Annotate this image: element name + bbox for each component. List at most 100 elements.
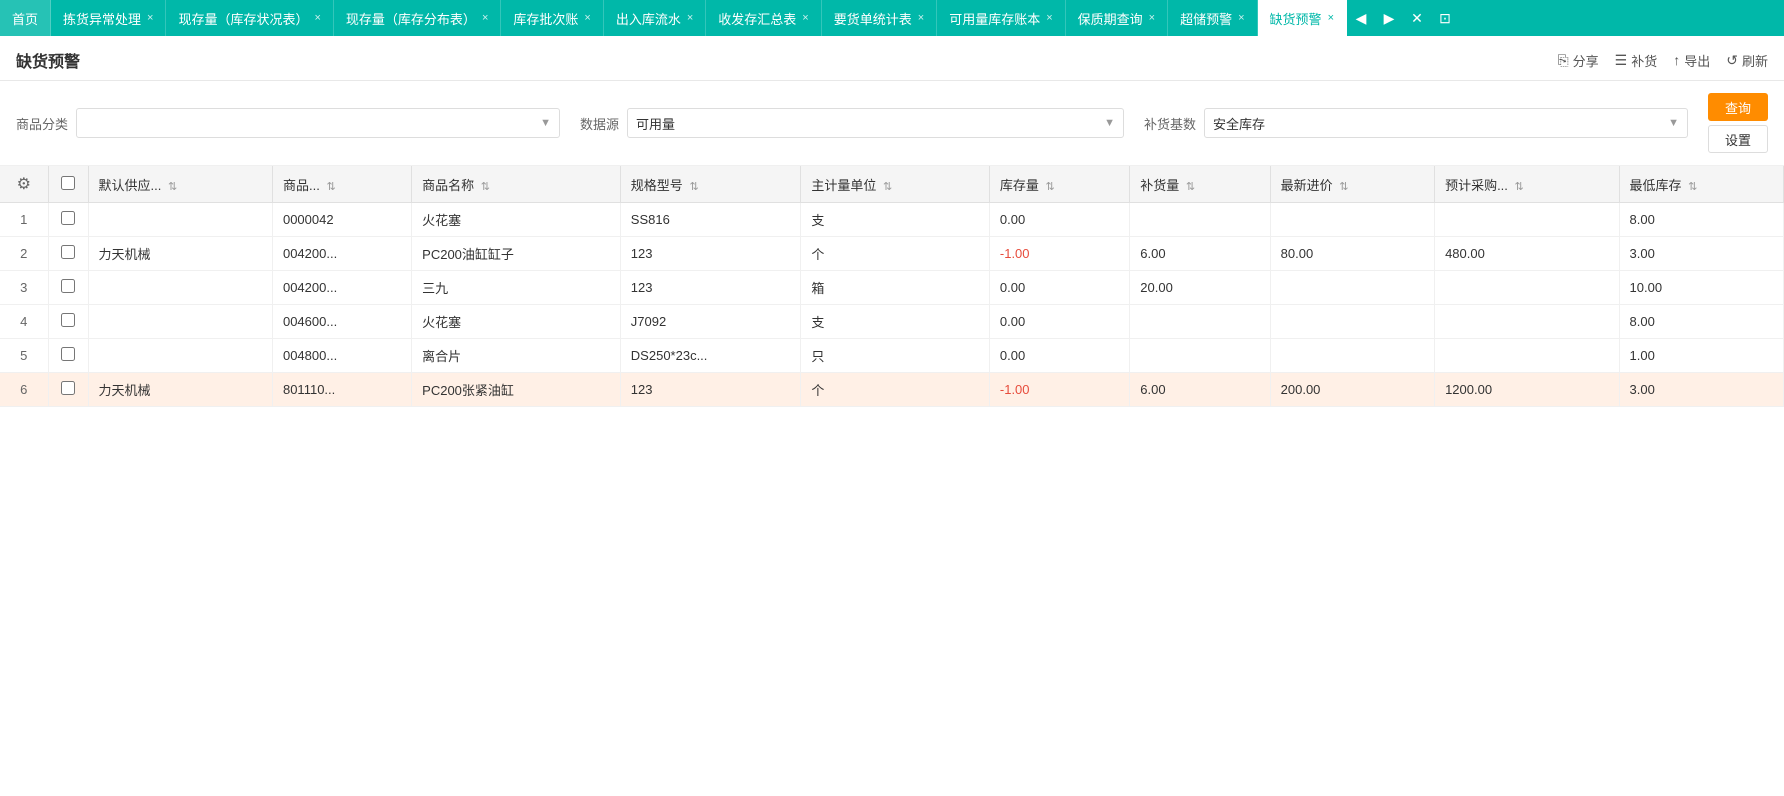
latest-price-column-header[interactable]: 最新进价 ⇅	[1270, 166, 1434, 203]
default-supplier-cell: 力天机械	[88, 373, 272, 407]
unit-cell: 个	[801, 237, 989, 271]
export-label: 导出	[1684, 51, 1710, 70]
datasource-label: 数据源	[580, 114, 619, 133]
settings-button[interactable]: 设置	[1708, 125, 1768, 153]
tab-close-icon[interactable]: ×	[687, 12, 693, 24]
tab-order-stats[interactable]: 要货单统计表 ×	[822, 0, 937, 36]
data-table: ⚙ 默认供应... ⇅ 商品... ⇅ 商品名称 ⇅	[0, 166, 1784, 407]
select-all-checkbox[interactable]	[61, 176, 75, 190]
unit-column-header[interactable]: 主计量单位 ⇅	[801, 166, 989, 203]
tab-expand-btn[interactable]: ⊡	[1431, 0, 1459, 36]
refresh-button[interactable]: ↺ 刷新	[1726, 51, 1768, 70]
tab-prev-btn[interactable]: ◀	[1347, 0, 1375, 36]
tab-close-all-btn[interactable]: ✕	[1403, 0, 1431, 36]
tab-close-icon[interactable]: ×	[918, 12, 924, 24]
tab-close-icon[interactable]: ×	[1328, 12, 1334, 24]
refresh-label: 刷新	[1742, 51, 1768, 70]
estimated-purchase-column-header[interactable]: 预计采购... ⇅	[1435, 166, 1619, 203]
tab-available-ledger[interactable]: 可用量库存账本 ×	[937, 0, 1065, 36]
tab-defect-process[interactable]: 拣货异常处理 ×	[51, 0, 166, 36]
tab-close-icon[interactable]: ×	[147, 12, 153, 24]
tab-label: 首页	[12, 9, 38, 28]
share-button[interactable]: ⎘ 分享	[1557, 51, 1598, 70]
tab-batch-account[interactable]: 库存批次账 ×	[501, 0, 603, 36]
sort-icon: ⇅	[326, 181, 335, 193]
tab-stock-status[interactable]: 现存量（库存状况表） ×	[166, 0, 333, 36]
tab-close-icon[interactable]: ×	[1046, 12, 1052, 24]
row-checkbox-cell[interactable]	[48, 203, 88, 237]
product-code-column-header[interactable]: 商品... ⇅	[272, 166, 411, 203]
product-code-cell: 0000042	[272, 203, 411, 237]
tab-close-icon[interactable]: ×	[1149, 12, 1155, 24]
stock-qty-column-header[interactable]: 库存量 ⇅	[989, 166, 1129, 203]
tab-shortage-warning[interactable]: 缺货预警 ×	[1258, 0, 1347, 36]
estimated-purchase-cell	[1435, 203, 1619, 237]
row-checkbox-cell[interactable]	[48, 373, 88, 407]
tab-receipt-summary[interactable]: 收发存汇总表 ×	[706, 0, 821, 36]
share-icon: ⎘	[1557, 52, 1568, 69]
tab-close-icon[interactable]: ×	[584, 12, 590, 24]
stock-qty-cell: -1.00	[989, 373, 1129, 407]
tab-close-icon[interactable]: ×	[314, 12, 320, 24]
export-button[interactable]: ↑ 导出	[1673, 51, 1710, 70]
tab-close-icon[interactable]: ×	[802, 12, 808, 24]
query-button[interactable]: 查询	[1708, 93, 1768, 121]
tab-home[interactable]: 首页	[0, 0, 51, 36]
product-code-cell: 004200...	[272, 271, 411, 305]
spec-column-header[interactable]: 规格型号 ⇅	[620, 166, 801, 203]
row-checkbox[interactable]	[61, 347, 75, 361]
tab-label: 库存批次账	[513, 9, 578, 28]
replenish-qty-cell: 6.00	[1130, 373, 1270, 407]
stock-qty-cell: 0.00	[989, 271, 1129, 305]
row-checkbox[interactable]	[61, 279, 75, 293]
checkbox-column-header[interactable]	[48, 166, 88, 203]
category-filter: 商品分类 ▼	[16, 108, 560, 138]
product-name-cell: 火花塞	[412, 203, 621, 237]
sort-icon: ⇅	[1339, 181, 1348, 193]
export-icon: ↑	[1673, 52, 1680, 68]
sort-icon: ⇅	[689, 181, 698, 193]
default-supplier-column-header[interactable]: 默认供应... ⇅	[88, 166, 272, 203]
row-checkbox-cell[interactable]	[48, 237, 88, 271]
tab-stock-dist[interactable]: 现存量（库存分布表） ×	[334, 0, 501, 36]
tab-next-btn[interactable]: ▶	[1375, 0, 1403, 36]
default-supplier-cell	[88, 305, 272, 339]
row-checkbox[interactable]	[61, 313, 75, 327]
row-checkbox[interactable]	[61, 381, 75, 395]
tab-in-out-flow[interactable]: 出入库流水 ×	[604, 0, 706, 36]
category-label: 商品分类	[16, 114, 68, 133]
category-select[interactable]: ▼	[76, 108, 560, 138]
replenish-qty-column-header[interactable]: 补货量 ⇅	[1130, 166, 1270, 203]
tab-close-icon[interactable]: ×	[482, 12, 488, 24]
gear-column-header[interactable]: ⚙	[0, 166, 48, 203]
table-row: 6 力天机械 801110... PC200张紧油缸 123 个 -1.00 6…	[0, 373, 1784, 407]
product-name-column-header[interactable]: 商品名称 ⇅	[412, 166, 621, 203]
row-checkbox[interactable]	[61, 245, 75, 259]
tab-expiry-query[interactable]: 保质期查询 ×	[1066, 0, 1168, 36]
tab-close-icon[interactable]: ×	[1238, 12, 1244, 24]
sort-icon: ⇅	[481, 181, 490, 193]
spec-cell: 123	[620, 237, 801, 271]
row-checkbox-cell[interactable]	[48, 271, 88, 305]
datasource-arrow-icon: ▼	[1104, 117, 1115, 129]
tab-label: 可用量库存账本	[949, 9, 1040, 28]
row-checkbox-cell[interactable]	[48, 305, 88, 339]
gear-icon[interactable]: ⚙	[17, 176, 31, 193]
datasource-select[interactable]: 可用量 ▼	[627, 108, 1124, 138]
min-stock-cell: 3.00	[1619, 237, 1783, 271]
stock-qty-cell: 0.00	[989, 203, 1129, 237]
row-number: 2	[0, 237, 48, 271]
replenish-button[interactable]: ☰ 补货	[1615, 51, 1658, 70]
replenish-basis-select[interactable]: 安全库存 ▼	[1204, 108, 1688, 138]
min-stock-column-header[interactable]: 最低库存 ⇅	[1619, 166, 1783, 203]
row-checkbox-cell[interactable]	[48, 339, 88, 373]
replenish-qty-cell	[1130, 305, 1270, 339]
table-body: 1 0000042 火花塞 SS816 支 0.00 8.00 2 力天机械 0…	[0, 203, 1784, 407]
tab-overstock-warning[interactable]: 超储预警 ×	[1168, 0, 1257, 36]
spec-cell: 123	[620, 271, 801, 305]
product-code-cell: 004600...	[272, 305, 411, 339]
row-checkbox[interactable]	[61, 211, 75, 225]
datasource-filter: 数据源 可用量 ▼	[580, 108, 1124, 138]
min-stock-cell: 3.00	[1619, 373, 1783, 407]
tab-label: 缺货预警	[1270, 9, 1322, 28]
